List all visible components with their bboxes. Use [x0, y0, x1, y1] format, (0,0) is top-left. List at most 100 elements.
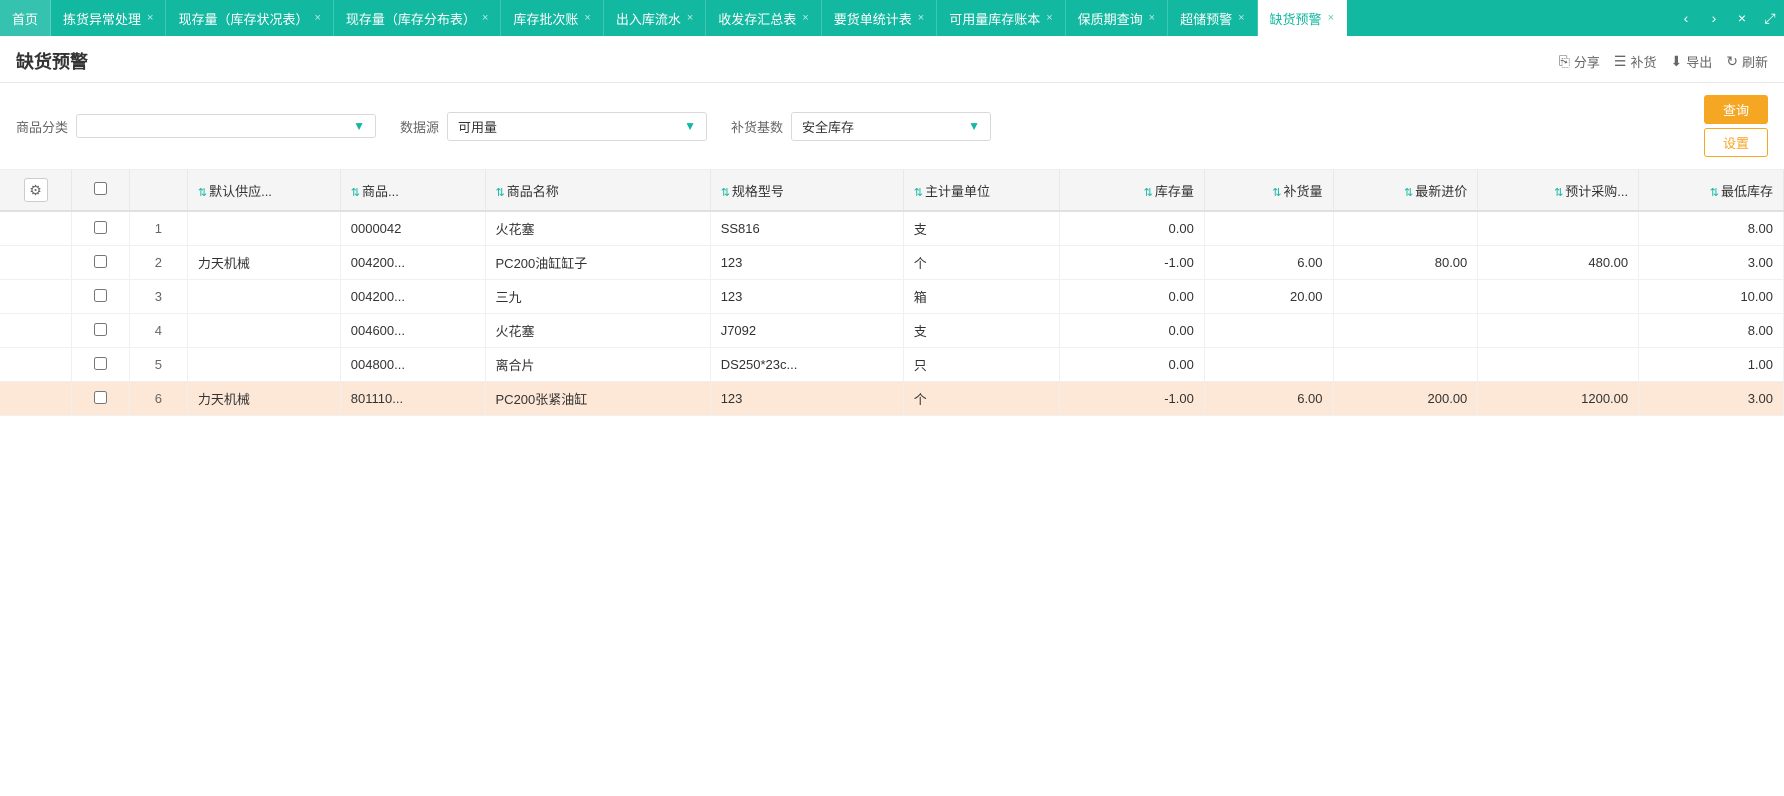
col-product-name[interactable]: ⇅商品名称 — [485, 170, 710, 211]
row-checkbox[interactable] — [94, 391, 107, 404]
td-est-purchase: 480.00 — [1478, 246, 1639, 280]
tab-item-stock-dist[interactable]: 现存量（库存分布表） × — [334, 0, 501, 36]
tab-item-stock-status[interactable]: 现存量（库存状况表）× — [166, 0, 333, 36]
td-min-stock: 3.00 — [1639, 382, 1784, 416]
td-latest-price — [1333, 280, 1478, 314]
td-est-purchase — [1478, 314, 1639, 348]
select-all-checkbox[interactable] — [94, 182, 107, 195]
td-spec: DS250*23c... — [710, 348, 903, 382]
query-button[interactable]: 查询 — [1704, 95, 1768, 124]
td-default-supplier — [187, 348, 340, 382]
tab-label: 现存量（库存分布表） — [346, 9, 476, 28]
tab-expand-button[interactable]: ⤢ — [1756, 0, 1784, 36]
td-product-name: 离合片 — [485, 348, 710, 382]
tab-item-expiry-query[interactable]: 保质期查询× — [1066, 0, 1168, 36]
category-filter-group: 商品分类 ▼ — [16, 114, 376, 138]
td-product-name: PC200张紧油缸 — [485, 382, 710, 416]
td-min-stock: 10.00 — [1639, 280, 1784, 314]
col-min-stock[interactable]: ⇅最低库存 — [1639, 170, 1784, 211]
tab-item-home[interactable]: 首页 — [0, 0, 51, 36]
td-spec: 123 — [710, 382, 903, 416]
row-checkbox[interactable] — [94, 289, 107, 302]
tab-close-icon[interactable]: × — [1328, 12, 1334, 24]
tab-next-button[interactable]: › — [1700, 0, 1728, 36]
row-checkbox[interactable] — [94, 255, 107, 268]
datasource-select[interactable]: 可用量 ▼ — [447, 112, 707, 141]
col-stock-qty[interactable]: ⇅库存量 — [1060, 170, 1205, 211]
export-button[interactable]: ⬇ 导出 — [1671, 52, 1713, 71]
td-unit: 支 — [903, 211, 1059, 246]
tab-close-icon[interactable]: × — [314, 12, 320, 24]
filter-actions: 查询 设置 — [1704, 95, 1768, 157]
tab-prev-button[interactable]: ‹ — [1672, 0, 1700, 36]
table-row: 10000042火花塞SS816支0.008.00 — [0, 211, 1784, 246]
table-gear-button[interactable]: ⚙ — [24, 178, 48, 202]
tab-item-shortage[interactable]: 缺货预警 × — [1258, 0, 1347, 36]
refresh-button[interactable]: ↻ 刷新 — [1726, 52, 1768, 71]
tab-close-icon[interactable]: × — [147, 12, 153, 24]
tab-close-icon[interactable]: × — [1149, 12, 1155, 24]
tab-close-icon[interactable]: × — [584, 12, 590, 24]
tab-item-collect-summary[interactable]: 收发存汇总表× — [706, 0, 821, 36]
table-header-row: ⚙ ⇅默认供应... ⇅商品... ⇅商品名称 — [0, 170, 1784, 211]
td-checkbox — [72, 246, 130, 280]
row-checkbox[interactable] — [94, 323, 107, 336]
td-unit: 个 — [903, 382, 1059, 416]
tab-close-button[interactable]: × — [1728, 0, 1756, 36]
tab-item-overstock[interactable]: 超储预警× — [1168, 0, 1257, 36]
col-default-supplier[interactable]: ⇅默认供应... — [187, 170, 340, 211]
td-gear — [0, 280, 72, 314]
td-gear — [0, 314, 72, 348]
tab-close-icon[interactable]: × — [918, 12, 924, 24]
tab-item-inout-flow[interactable]: 出入库流水× — [604, 0, 706, 36]
td-unit: 只 — [903, 348, 1059, 382]
table-row: 6力天机械801110...PC200张紧油缸123个-1.006.00200.… — [0, 382, 1784, 416]
td-min-stock: 8.00 — [1639, 314, 1784, 348]
tab-item-avail-ledger[interactable]: 可用量库存账本× — [937, 0, 1065, 36]
td-replenish-qty: 6.00 — [1204, 382, 1333, 416]
tab-close-icon[interactable]: × — [802, 12, 808, 24]
sort-icon: ⇅ — [914, 187, 923, 199]
col-est-purchase[interactable]: ⇅预计采购... — [1478, 170, 1639, 211]
tab-nav-buttons: ‹ › × ⤢ — [1672, 0, 1784, 36]
td-latest-price: 80.00 — [1333, 246, 1478, 280]
sort-icon: ⇅ — [198, 187, 207, 199]
replenish-button[interactable]: ☰ 补货 — [1614, 52, 1657, 71]
tab-item-batch-account[interactable]: 库存批次账 × — [501, 0, 603, 36]
td-replenish-qty — [1204, 211, 1333, 246]
td-stock-qty: 0.00 — [1060, 211, 1205, 246]
replenish-basis-chevron-icon: ▼ — [968, 119, 980, 133]
td-stock-qty: -1.00 — [1060, 382, 1205, 416]
col-unit[interactable]: ⇅主计量单位 — [903, 170, 1059, 211]
tab-item-exception[interactable]: 拣货异常处理× — [51, 0, 166, 36]
td-row-num: 3 — [129, 280, 187, 314]
td-stock-qty: 0.00 — [1060, 280, 1205, 314]
col-product-code[interactable]: ⇅商品... — [340, 170, 485, 211]
td-checkbox — [72, 382, 130, 416]
col-gear: ⚙ — [0, 170, 72, 211]
row-checkbox[interactable] — [94, 221, 107, 234]
tab-close-icon[interactable]: × — [1238, 12, 1244, 24]
tab-close-icon[interactable]: × — [1046, 12, 1052, 24]
col-replenish-qty[interactable]: ⇅补货量 — [1204, 170, 1333, 211]
col-spec[interactable]: ⇅规格型号 — [710, 170, 903, 211]
category-select[interactable]: ▼ — [76, 114, 376, 138]
td-default-supplier — [187, 314, 340, 348]
sort-icon: ⇅ — [1404, 187, 1413, 199]
tab-item-order-stats[interactable]: 要货单统计表× — [822, 0, 937, 36]
td-product-code: 004200... — [340, 280, 485, 314]
replenish-basis-select[interactable]: 安全库存 ▼ — [791, 112, 991, 141]
td-row-num: 5 — [129, 348, 187, 382]
td-gear — [0, 348, 72, 382]
tab-close-icon[interactable]: × — [687, 12, 693, 24]
td-replenish-qty: 20.00 — [1204, 280, 1333, 314]
settings-button[interactable]: 设置 — [1704, 128, 1768, 157]
sort-icon: ⇅ — [351, 187, 360, 199]
tab-close-icon[interactable]: × — [482, 12, 488, 24]
share-button[interactable]: ⎘ 分享 — [1559, 52, 1600, 71]
td-product-code: 801110... — [340, 382, 485, 416]
tab-label: 缺货预警 — [1270, 9, 1322, 28]
row-checkbox[interactable] — [94, 357, 107, 370]
col-latest-price[interactable]: ⇅最新进价 — [1333, 170, 1478, 211]
tab-label: 库存批次账 — [513, 9, 578, 28]
